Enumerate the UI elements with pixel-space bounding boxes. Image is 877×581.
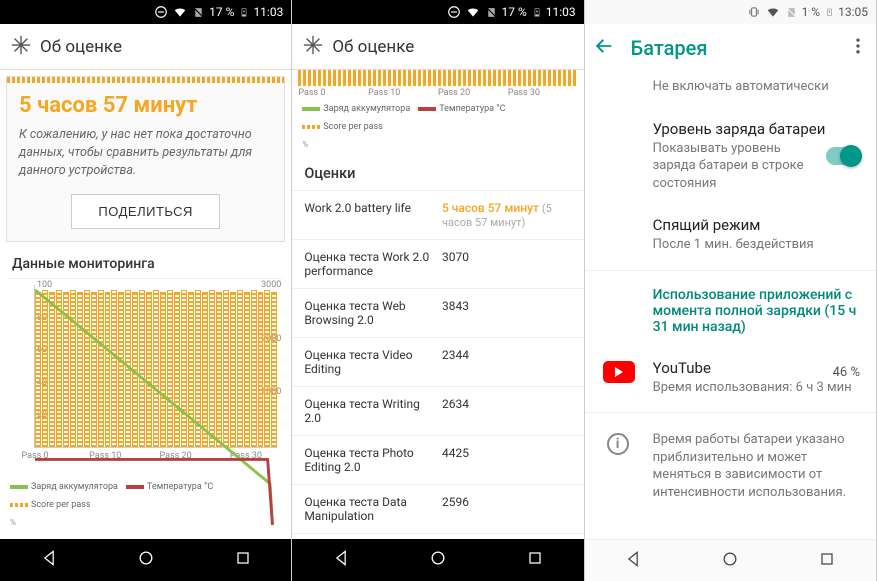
nav-back-button[interactable] bbox=[39, 548, 59, 572]
no-sim-icon bbox=[192, 6, 205, 19]
wifi-icon bbox=[766, 5, 780, 19]
status-bar: 1 % 13:05 bbox=[585, 0, 876, 24]
nav-recent-button[interactable] bbox=[525, 548, 545, 572]
score-row: Work 2.0 battery life5 часов 57 минут (5… bbox=[292, 190, 583, 239]
score-row: Оценка теста Writing 2.02634 bbox=[292, 386, 583, 435]
clock: 11:03 bbox=[546, 5, 576, 19]
battery-charging-icon bbox=[825, 5, 834, 19]
nav-recent-button[interactable] bbox=[233, 548, 253, 572]
back-button[interactable] bbox=[593, 35, 615, 61]
battery-percent: 17 % bbox=[209, 5, 234, 19]
nav-recent-button[interactable] bbox=[817, 549, 837, 573]
scores-title: Оценки bbox=[292, 155, 583, 190]
nav-back-button[interactable] bbox=[331, 548, 351, 572]
wifi-icon bbox=[173, 5, 187, 19]
nav-home-button[interactable] bbox=[428, 548, 448, 572]
divider bbox=[585, 270, 876, 271]
mini-chart: Pass 0Pass 10Pass 20Pass 30 bbox=[298, 70, 577, 100]
content: Pass 0Pass 10Pass 20Pass 30 Заряд аккуму… bbox=[292, 70, 583, 539]
navigation-bar bbox=[292, 539, 583, 581]
score-row: Версия операционной системы8.1.0 bbox=[292, 533, 583, 539]
result-note: К сожалению, у нас нет пока достаточно д… bbox=[7, 126, 284, 194]
sleep-mode-item[interactable]: Спящий режим После 1 мин. бездействия bbox=[585, 204, 876, 266]
clock: 13:05 bbox=[838, 5, 868, 19]
no-sim-icon bbox=[485, 6, 498, 19]
overflow-menu-button[interactable] bbox=[848, 36, 868, 60]
app-bar: Об оценке bbox=[0, 24, 291, 70]
result-duration: 5 часов 57 минут bbox=[7, 83, 284, 126]
score-row: Оценка теста Web Browsing 2.03843 bbox=[292, 288, 583, 337]
panel-benchmark-summary: 17 % 11:03 Об оценке 5 часов 57 минут К … bbox=[0, 0, 292, 581]
panel-benchmark-details: 17 % 11:03 Об оценке Pass 0Pass 10Pass 2… bbox=[292, 0, 584, 581]
battery-charging-icon bbox=[532, 5, 542, 19]
content[interactable]: Не включать автоматически Уровень заряда… bbox=[585, 72, 876, 539]
appbar-title: Об оценке bbox=[40, 37, 122, 57]
status-bar: 17 % 11:03 bbox=[0, 0, 291, 24]
nav-back-button[interactable] bbox=[623, 549, 643, 573]
wifi-icon bbox=[466, 5, 480, 19]
dnd-icon bbox=[447, 5, 461, 19]
battery-level-toggle[interactable] bbox=[826, 147, 860, 165]
app-bar: Об оценке bbox=[292, 24, 583, 70]
app-usage-youtube[interactable]: YouTube Время использования: 6 ч 3 мин 4… bbox=[585, 347, 876, 409]
auto-battery-saver-item[interactable]: Не включать автоматически bbox=[585, 72, 876, 108]
score-row: Оценка теста Photo Editing 2.04425 bbox=[292, 435, 583, 484]
chart-legend: Заряд аккумулятора Температура °C Score … bbox=[292, 100, 583, 155]
result-card: 5 часов 57 минут К сожалению, у нас нет … bbox=[6, 76, 285, 242]
navigation-bar bbox=[0, 539, 291, 581]
vibrate-icon bbox=[747, 5, 761, 19]
monitoring-chart: 100 80 60 40 20 3000 2000 1000 Pass 0 Pa… bbox=[8, 278, 283, 478]
content: 5 часов 57 минут К сожалению, у нас нет … bbox=[0, 70, 291, 539]
score-row: Оценка теста Data Manipulation2596 bbox=[292, 484, 583, 533]
battery-percent: 1 % bbox=[802, 5, 821, 19]
monitoring-title: Данные мониторинга bbox=[0, 246, 291, 278]
app-logo-icon bbox=[10, 34, 32, 60]
navigation-bar bbox=[585, 539, 876, 581]
app-logo-icon bbox=[302, 34, 324, 60]
app-bar: Батарея bbox=[585, 24, 876, 72]
divider bbox=[585, 412, 876, 413]
panel-battery-settings: 1 % 13:05 Батарея Не включать автоматиче… bbox=[585, 0, 877, 581]
status-bar: 17 % 11:03 bbox=[292, 0, 583, 24]
appbar-title: Об оценке bbox=[332, 37, 414, 57]
share-button[interactable]: ПОДЕЛИТЬСЯ bbox=[71, 194, 219, 229]
youtube-icon bbox=[603, 361, 635, 383]
score-row: Оценка теста Video Editing2344 bbox=[292, 337, 583, 386]
score-row: Оценка теста Work 2.0 performance3070 bbox=[292, 239, 583, 288]
battery-level-item[interactable]: Уровень заряда батареи Показывать уровен… bbox=[585, 108, 876, 205]
battery-info-note: i Время работы батареи указано приблизит… bbox=[585, 417, 876, 513]
nav-home-button[interactable] bbox=[720, 549, 740, 573]
usage-since-item[interactable]: Использование приложений с момента полно… bbox=[585, 275, 876, 347]
dnd-icon bbox=[154, 5, 168, 19]
temperature-line bbox=[35, 285, 277, 527]
info-icon: i bbox=[607, 433, 629, 455]
battery-percent: 17 % bbox=[502, 5, 527, 19]
app-percent: 46 % bbox=[833, 365, 860, 380]
nav-home-button[interactable] bbox=[136, 548, 156, 572]
clock: 11:03 bbox=[253, 5, 283, 19]
appbar-title: Батарея bbox=[631, 36, 848, 60]
battery-charging-icon bbox=[239, 5, 249, 19]
no-sim-icon bbox=[785, 6, 798, 19]
